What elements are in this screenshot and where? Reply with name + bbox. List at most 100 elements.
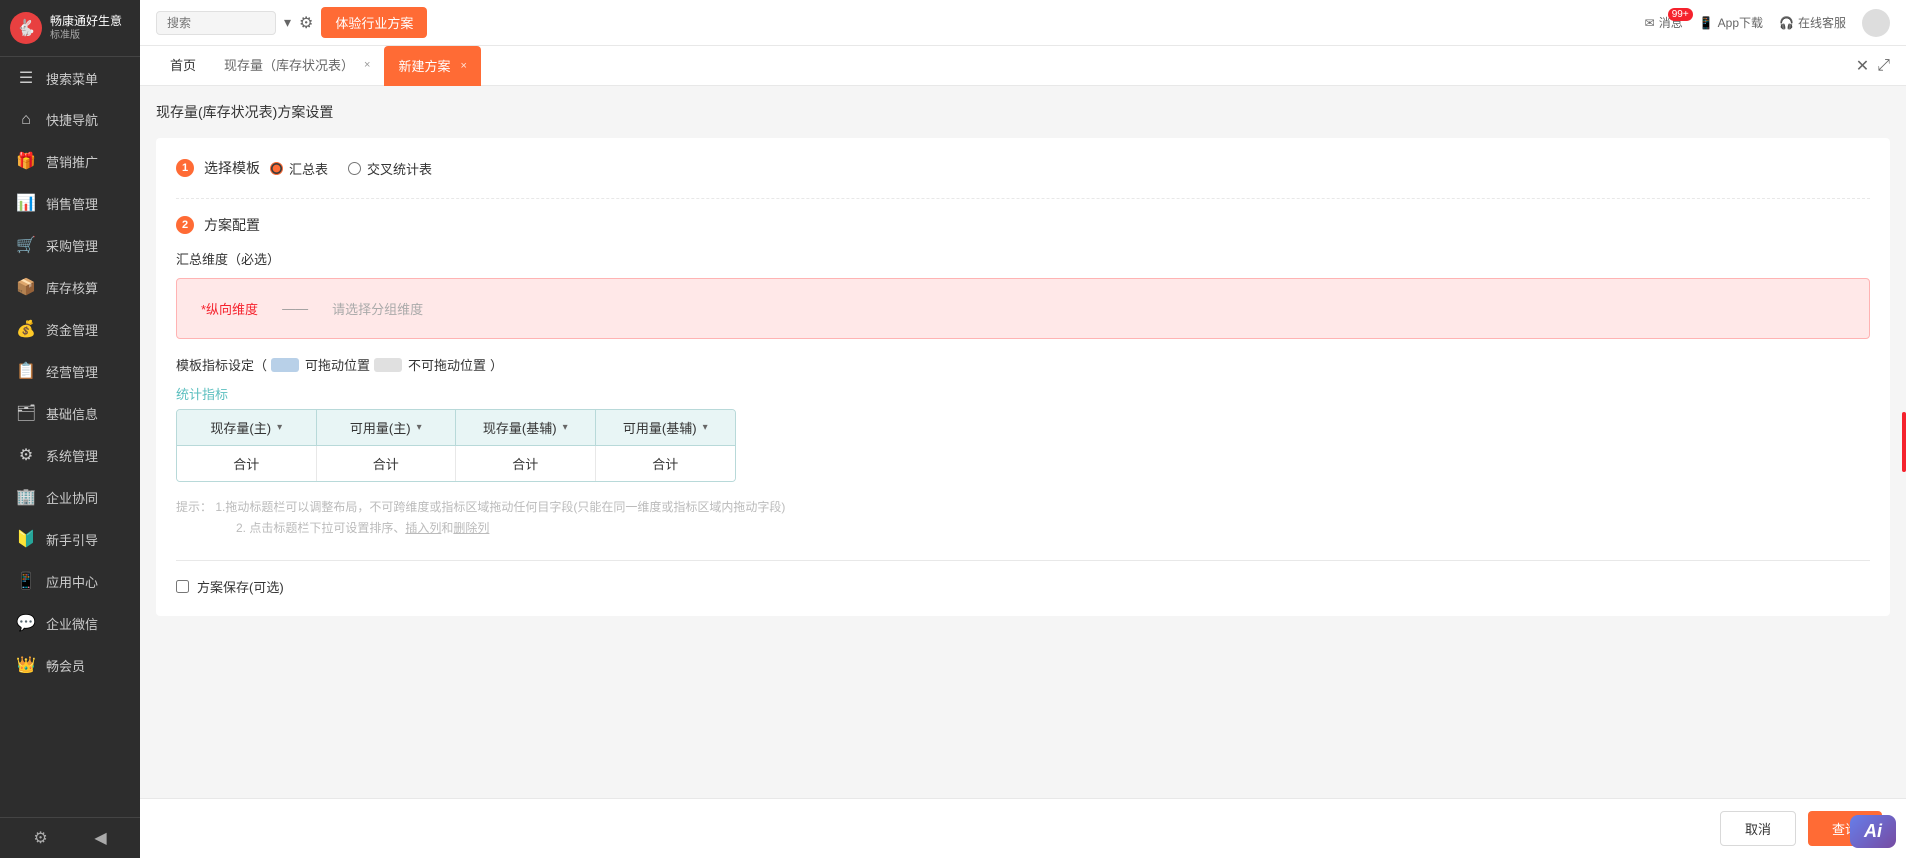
template-radio-group: 汇总表 交叉统计表 xyxy=(270,159,432,178)
col-header-4[interactable]: 可用量(基辅) ▾ xyxy=(596,410,736,445)
sidebar-item-enterprise[interactable]: 🏢 企业协同 xyxy=(0,476,140,518)
sidebar-item-inventory[interactable]: 📦 库存核算 xyxy=(0,266,140,308)
section1-header: 1 选择模板 汇总表 交叉统计表 xyxy=(176,158,1870,178)
cancel-button[interactable]: 取消 xyxy=(1720,811,1796,846)
messages-badge: 99+ xyxy=(1668,8,1693,21)
stat-cell-4: 合计 xyxy=(596,446,736,481)
search-menu-icon: ☰ xyxy=(16,68,36,88)
step2-badge: 2 xyxy=(176,216,194,234)
tip-area: 提示： 1.拖动标题栏可以调整布局，不可跨维度或指标区域拖动任何目字段(只能在同… xyxy=(176,498,1870,536)
tab-inventory-status[interactable]: 现存量（库存状况表） × xyxy=(210,46,384,86)
sales-icon: 📊 xyxy=(16,193,36,213)
save-checkbox[interactable] xyxy=(176,580,189,593)
delete-col-link[interactable]: 删除列 xyxy=(453,521,489,535)
messages-button[interactable]: ✉ 消息 99+ xyxy=(1645,14,1683,31)
tab-new-plan[interactable]: 新建方案 × xyxy=(384,46,480,86)
main-area: ▾ ⚙ 体验行业方案 ✉ 消息 99+ 📱 App下载 🎧 在线客服 首页 xyxy=(140,0,1906,858)
sidebar-nav: ☰ 搜索菜单 ⌂ 快捷导航 🎁 营销推广 📊 销售管理 🛒 采购管理 📦 库存核… xyxy=(0,57,140,817)
radio-summary[interactable]: 汇总表 xyxy=(270,159,328,178)
scroll-indicator xyxy=(1902,412,1906,472)
stat-table: 现存量(主) ▾ 可用量(主) ▾ 现存量(基辅) ▾ xyxy=(176,409,736,482)
window-close-icon[interactable]: ✕ xyxy=(1856,56,1869,76)
ai-badge[interactable]: Ai xyxy=(1850,815,1896,848)
base-icon: 🗂 xyxy=(16,403,36,423)
stat-cell-3: 合计 xyxy=(456,446,596,481)
app-logo-icon: 🐇 xyxy=(10,12,42,44)
sidebar-item-marketing[interactable]: 🎁 营销推广 xyxy=(0,140,140,182)
sidebar-item-appcenter[interactable]: 📱 应用中心 xyxy=(0,560,140,602)
draggable-box xyxy=(271,358,299,372)
app-download-button[interactable]: 📱 App下载 xyxy=(1699,14,1763,31)
col-header-3[interactable]: 现存量(基辅) ▾ xyxy=(456,410,596,445)
app-icon: 📱 xyxy=(16,571,36,591)
headset-icon: 🎧 xyxy=(1779,16,1794,30)
dimension-line: —— xyxy=(282,301,308,316)
system-icon: ⚙ xyxy=(16,445,36,465)
section-template: 1 选择模板 汇总表 交叉统计表 xyxy=(176,158,1870,178)
divider1 xyxy=(176,198,1870,199)
stat-body-row: 合计 合计 合计 合计 xyxy=(177,446,735,481)
gift-icon: 🎁 xyxy=(16,151,36,171)
insert-col-link[interactable]: 插入列 xyxy=(405,521,441,535)
settings-icon[interactable]: ⚙ xyxy=(33,828,47,848)
col-header-2[interactable]: 可用量(主) ▾ xyxy=(317,410,457,445)
box-icon: 📦 xyxy=(16,277,36,297)
sidebar-footer: ⚙ ◀ xyxy=(0,817,140,858)
newuser-icon: 🔰 xyxy=(16,529,36,549)
topbar: ▾ ⚙ 体验行业方案 ✉ 消息 99+ 📱 App下载 🎧 在线客服 xyxy=(140,0,1906,46)
tab-new-plan-close-icon[interactable]: × xyxy=(460,60,466,72)
dimension-row: *纵向维度 —— 请选择分组维度 xyxy=(201,299,1845,318)
indicator-legend-row: 模板指标设定（ 可拖动位置 不可拖动位置 ） xyxy=(176,355,1870,374)
chevron-down-icon-3: ▾ xyxy=(563,422,568,433)
tab-inventory-close-icon[interactable]: × xyxy=(364,59,370,71)
section2-title: 方案配置 xyxy=(204,215,260,235)
section1-title: 选择模板 xyxy=(204,158,260,178)
sidebar-item-operations[interactable]: 📋 经营管理 xyxy=(0,350,140,392)
enterprise-icon: 🏢 xyxy=(16,487,36,507)
topbar-gear-icon[interactable]: ⚙ xyxy=(299,13,313,33)
sidebar-item-newuser[interactable]: 🔰 新手引导 xyxy=(0,518,140,560)
sidebar-item-finance[interactable]: 💰 资金管理 xyxy=(0,308,140,350)
topbar-left: ▾ ⚙ 体验行业方案 xyxy=(156,7,1635,38)
sidebar-item-base[interactable]: 🗂 基础信息 xyxy=(0,392,140,434)
vertical-dimension-label: *纵向维度 xyxy=(201,299,258,318)
sidebar-item-sales[interactable]: 📊 销售管理 xyxy=(0,182,140,224)
dimension-config-area[interactable]: *纵向维度 —— 请选择分组维度 xyxy=(176,278,1870,339)
vip-icon: 👑 xyxy=(16,655,36,675)
legend-draggable: 可拖动位置 xyxy=(271,355,370,374)
tab-home[interactable]: 首页 xyxy=(156,46,210,86)
step1-badge: 1 xyxy=(176,159,194,177)
legend-non-draggable: 不可拖动位置 xyxy=(374,355,486,374)
collapse-icon[interactable]: ◀ xyxy=(94,828,106,848)
indicator-settings: 模板指标设定（ 可拖动位置 不可拖动位置 ） 统计指标 xyxy=(176,355,1870,536)
sidebar-item-search[interactable]: ☰ 搜索菜单 xyxy=(0,57,140,99)
sidebar-item-vip[interactable]: 👑 畅会员 xyxy=(0,644,140,686)
cart-icon: 🛒 xyxy=(16,235,36,255)
sidebar-item-shortcut[interactable]: ⌂ 快捷导航 xyxy=(0,99,140,140)
window-expand-icon[interactable]: ⤢ xyxy=(1877,57,1890,75)
operations-icon: 📋 xyxy=(16,361,36,381)
wechat-icon: 💬 xyxy=(16,613,36,633)
save-row: 方案保存(可选) xyxy=(176,560,1870,596)
mobile-icon: 📱 xyxy=(1699,16,1714,30)
section2-header: 2 方案配置 xyxy=(176,215,1870,235)
topbar-dropdown-button[interactable]: ▾ xyxy=(284,14,291,31)
money-icon: 💰 xyxy=(16,319,36,339)
sidebar-item-purchase[interactable]: 🛒 采购管理 xyxy=(0,224,140,266)
stat-header-row: 现存量(主) ▾ 可用量(主) ▾ 现存量(基辅) ▾ xyxy=(177,410,735,446)
sidebar-item-wechat[interactable]: 💬 企业微信 xyxy=(0,602,140,644)
sidebar-logo: 🐇 畅康通好生意 标准版 xyxy=(0,0,140,57)
content-area: 现存量(库存状况表)方案设置 1 选择模板 汇总表 交叉统计表 xyxy=(140,86,1906,798)
stat-title: 统计指标 xyxy=(176,384,1870,403)
chevron-down-icon-4: ▾ xyxy=(703,422,708,433)
chevron-down-icon-2: ▾ xyxy=(417,422,422,433)
radio-cross[interactable]: 交叉统计表 xyxy=(348,159,432,178)
topbar-search-input[interactable] xyxy=(156,11,276,35)
col-header-1[interactable]: 现存量(主) ▾ xyxy=(177,410,317,445)
page-title: 现存量(库存状况表)方案设置 xyxy=(156,102,1890,122)
sidebar-item-system[interactable]: ⚙ 系统管理 xyxy=(0,434,140,476)
trial-button[interactable]: 体验行业方案 xyxy=(321,7,427,38)
service-button[interactable]: 🎧 在线客服 xyxy=(1779,14,1846,31)
user-avatar[interactable] xyxy=(1862,9,1890,37)
section-config: 2 方案配置 汇总维度（必选） *纵向维度 —— 请选择分组维度 模板指标设定（ xyxy=(176,215,1870,536)
